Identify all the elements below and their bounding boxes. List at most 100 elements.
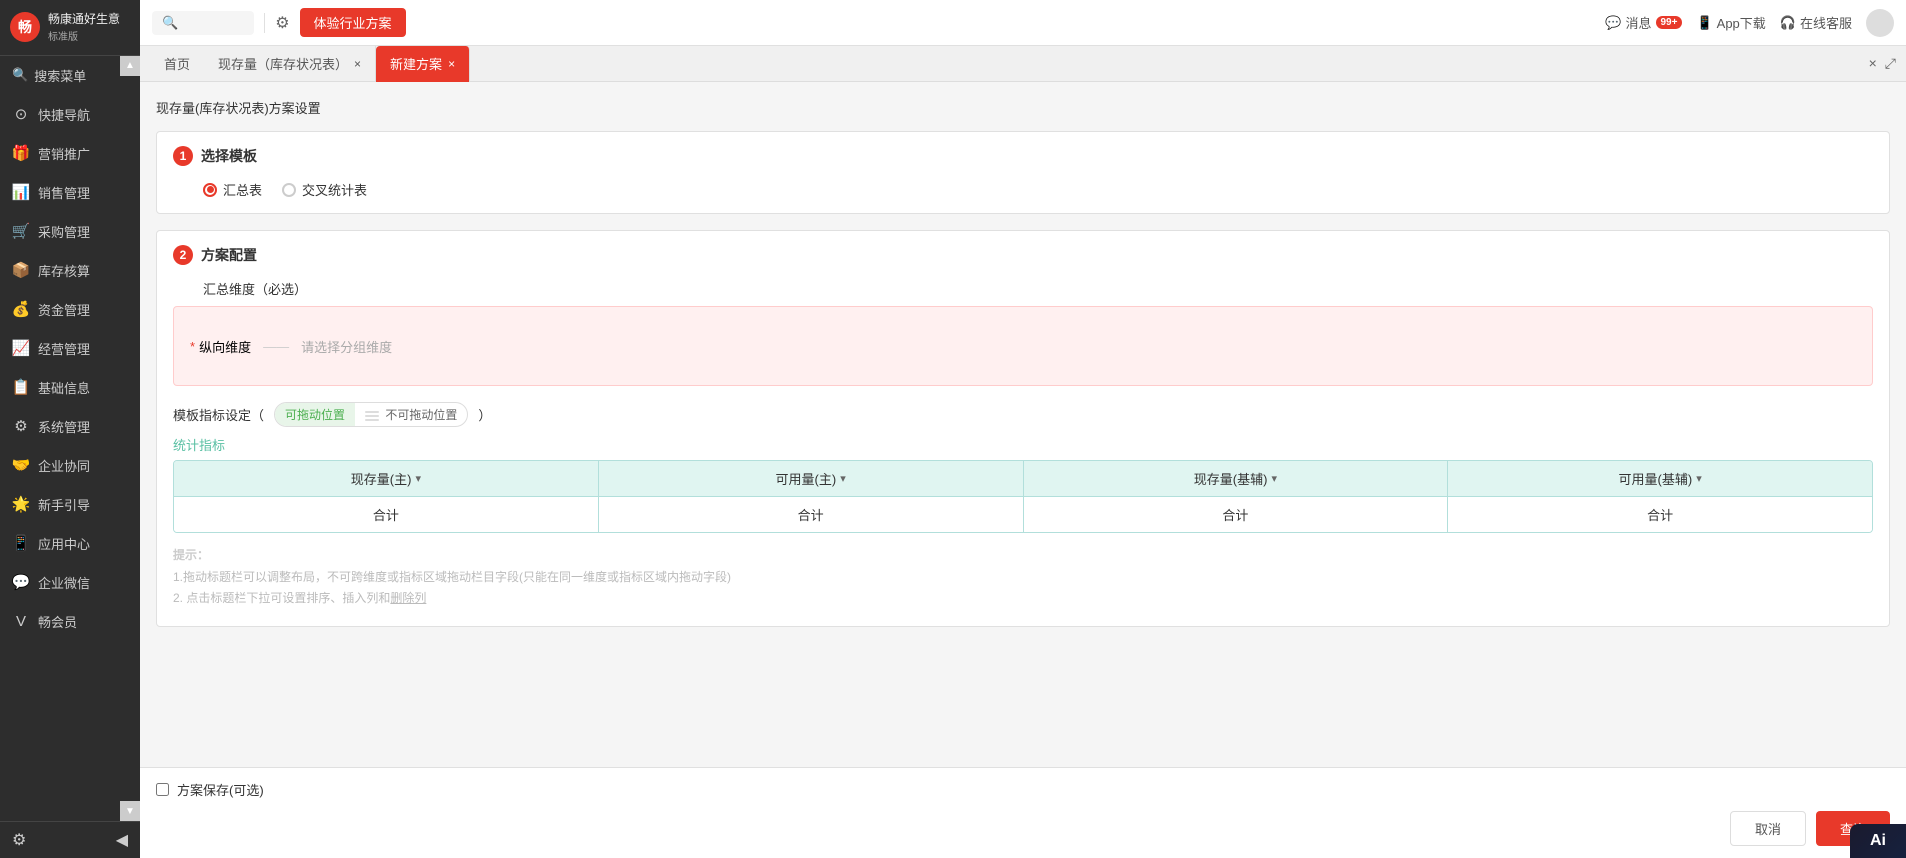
ai-label: Ai: [1870, 832, 1886, 849]
enterprise-icon: 🤝: [12, 456, 30, 474]
sidebar-item-operations[interactable]: 📈 经营管理: [0, 329, 140, 368]
step1-header: 1 选择模板: [157, 132, 1889, 180]
radio-summary[interactable]: 汇总表: [203, 180, 262, 199]
topbar-right: 💬 消息 99+ 📱 App下载 🎧 在线客服: [1605, 9, 1894, 37]
content-area: 现存量(库存状况表)方案设置 1 选择模板 汇总表 交叉统计表: [140, 82, 1906, 767]
sidebar-item-label: 基础信息: [38, 378, 90, 397]
toggle-non-draggable-label: 不可拖动位置: [385, 408, 457, 422]
expand-tab-icon[interactable]: ⤢: [1885, 55, 1896, 72]
sidebar-item-label: 采购管理: [38, 222, 90, 241]
new-guide-icon: 🌟: [12, 495, 30, 513]
ai-bubble[interactable]: Ai: [1850, 824, 1906, 858]
stats-col-1-chevron: ▾: [840, 472, 846, 485]
stats-cell-0: 合计: [174, 497, 599, 532]
sidebar-item-app-center[interactable]: 📱 应用中心: [0, 524, 140, 563]
tab-new-plan[interactable]: 新建方案 ×: [376, 46, 470, 82]
app-center-icon: 📱: [12, 534, 30, 552]
trial-button[interactable]: 体验行业方案: [300, 8, 406, 37]
sidebar-item-finance[interactable]: 💰 资金管理: [0, 290, 140, 329]
toggle-non-draggable[interactable]: 不可拖动位置: [355, 403, 467, 426]
dimension-area[interactable]: * 纵向维度 —— 请选择分组维度: [173, 306, 1873, 386]
stats-col-0-chevron: ▾: [415, 472, 421, 485]
sidebar-scroll-down[interactable]: ▼: [120, 801, 140, 821]
main-area: 🔍 ⚙ 体验行业方案 💬 消息 99+ 📱 App下载 🎧 在线客服 首页: [140, 0, 1906, 858]
user-avatar[interactable]: [1866, 9, 1894, 37]
step2-header: 2 方案配置: [157, 231, 1889, 279]
quick-nav-icon: ⊙: [12, 105, 30, 123]
dimension-name: 纵向维度: [199, 337, 251, 356]
step2-badge: 2: [173, 245, 193, 265]
sidebar-search[interactable]: 🔍 搜索菜单: [0, 56, 140, 95]
sidebar-logo: 畅 畅康通好生意 标准版: [0, 0, 140, 56]
stats-col-0[interactable]: 现存量(主) ▾: [174, 461, 599, 496]
stats-table-row: 合计 合计 合计 合计: [174, 496, 1872, 532]
radio-summary-label: 汇总表: [223, 180, 262, 199]
stats-cell-3: 合计: [1448, 497, 1872, 532]
tab-inventory-close[interactable]: ×: [354, 57, 361, 71]
required-mark: *: [190, 339, 195, 354]
radio-cross-label: 交叉统计表: [302, 180, 367, 199]
stats-section: 统计指标 现存量(主) ▾ 可用量(主) ▾: [157, 435, 1889, 533]
tab-new-plan-close[interactable]: ×: [448, 57, 455, 71]
sidebar-item-label: 企业微信: [38, 573, 90, 592]
stats-col-0-label: 现存量(主): [351, 469, 412, 488]
sidebar: 畅 畅康通好生意 标准版 🔍 搜索菜单 ⊙ 快捷导航 🎁 营销推广 📊 销售管理: [0, 0, 140, 858]
enterprise-wx-icon: 💬: [12, 573, 30, 591]
toggle-draggable[interactable]: 可拖动位置: [275, 403, 355, 426]
online-service-button[interactable]: 🎧 在线客服: [1780, 13, 1852, 32]
collapse-tab-icon[interactable]: ×: [1869, 55, 1877, 72]
save-option-label: 方案保存(可选): [177, 780, 264, 799]
sidebar-item-label: 资金管理: [38, 300, 90, 319]
tip-1: 1.拖动标题栏可以调整布局，不可跨维度或指标区域拖动栏目字段(只能在同一维度或指…: [173, 567, 1873, 589]
sidebar-item-sales[interactable]: 📊 销售管理: [0, 173, 140, 212]
radio-cross-dot: [282, 183, 296, 197]
topbar-search[interactable]: 🔍: [152, 11, 254, 35]
sidebar-item-label: 快捷导航: [38, 105, 90, 124]
collapse-icon[interactable]: ◀: [116, 830, 128, 850]
sidebar-item-member[interactable]: V 畅会员: [0, 602, 140, 641]
app-download-button[interactable]: 📱 App下载: [1696, 13, 1765, 32]
radio-cross[interactable]: 交叉统计表: [282, 180, 367, 199]
tab-home[interactable]: 首页: [150, 54, 204, 73]
dimension-label: 汇总维度（必选）: [157, 279, 1889, 306]
stats-col-1[interactable]: 可用量(主) ▾: [599, 461, 1024, 496]
step1-section: 1 选择模板 汇总表 交叉统计表: [156, 131, 1890, 214]
inventory-icon: 📦: [12, 261, 30, 279]
sidebar-item-label: 营销推广: [38, 144, 90, 163]
sidebar-item-label: 应用中心: [38, 534, 90, 553]
sidebar-item-purchase[interactable]: 🛒 采购管理: [0, 212, 140, 251]
tip-2: 2. 点击标题栏下拉可设置排序、插入列和删除列: [173, 588, 1873, 610]
sidebar-item-label: 库存核算: [38, 261, 90, 280]
indicator-toggle[interactable]: 可拖动位置 不可拖动位置: [274, 402, 468, 427]
stats-col-2-chevron: ▾: [1271, 472, 1277, 485]
tab-new-plan-label: 新建方案: [390, 54, 442, 73]
template-options: 汇总表 交叉统计表: [157, 180, 1889, 213]
indicator-settings: 模板指标设定（ 可拖动位置 不可拖动位置 ）: [157, 402, 1889, 435]
step1-badge: 1: [173, 146, 193, 166]
stats-col-2-label: 现存量(基辅): [1194, 469, 1268, 488]
stats-cell-1: 合计: [599, 497, 1024, 532]
footer-actions: 取消 查询: [156, 811, 1890, 846]
sidebar-item-label: 系统管理: [38, 417, 90, 436]
settings-icon[interactable]: ⚙: [12, 830, 26, 850]
save-checkbox[interactable]: [156, 783, 169, 796]
dimension-dash: ——: [263, 339, 289, 354]
sidebar-item-marketing[interactable]: 🎁 营销推广: [0, 134, 140, 173]
stats-col-2[interactable]: 现存量(基辅) ▾: [1024, 461, 1449, 496]
system-icon: ⚙: [12, 417, 30, 435]
sidebar-scroll-up[interactable]: ▲: [120, 56, 140, 76]
sidebar-item-new-guide[interactable]: 🌟 新手引导: [0, 485, 140, 524]
messages-label: 消息: [1625, 13, 1651, 32]
stats-col-3[interactable]: 可用量(基辅) ▾: [1448, 461, 1872, 496]
messages-button[interactable]: 💬 消息 99+: [1605, 13, 1682, 32]
step2-section: 2 方案配置 汇总维度（必选） * 纵向维度 —— 请选择分组维度 模板指标设定…: [156, 230, 1890, 627]
sidebar-item-inventory[interactable]: 📦 库存核算: [0, 251, 140, 290]
sidebar-item-basic-info[interactable]: 📋 基础信息: [0, 368, 140, 407]
sidebar-item-quick-nav[interactable]: ⊙ 快捷导航: [0, 95, 140, 134]
sidebar-item-enterprise-wx[interactable]: 💬 企业微信: [0, 563, 140, 602]
cancel-button[interactable]: 取消: [1730, 811, 1806, 846]
sidebar-item-enterprise[interactable]: 🤝 企业协同: [0, 446, 140, 485]
tab-inventory[interactable]: 现存量（库存状况表） ×: [204, 46, 376, 82]
sidebar-item-system[interactable]: ⚙ 系统管理: [0, 407, 140, 446]
topbar-gear-icon[interactable]: ⚙: [275, 13, 289, 33]
